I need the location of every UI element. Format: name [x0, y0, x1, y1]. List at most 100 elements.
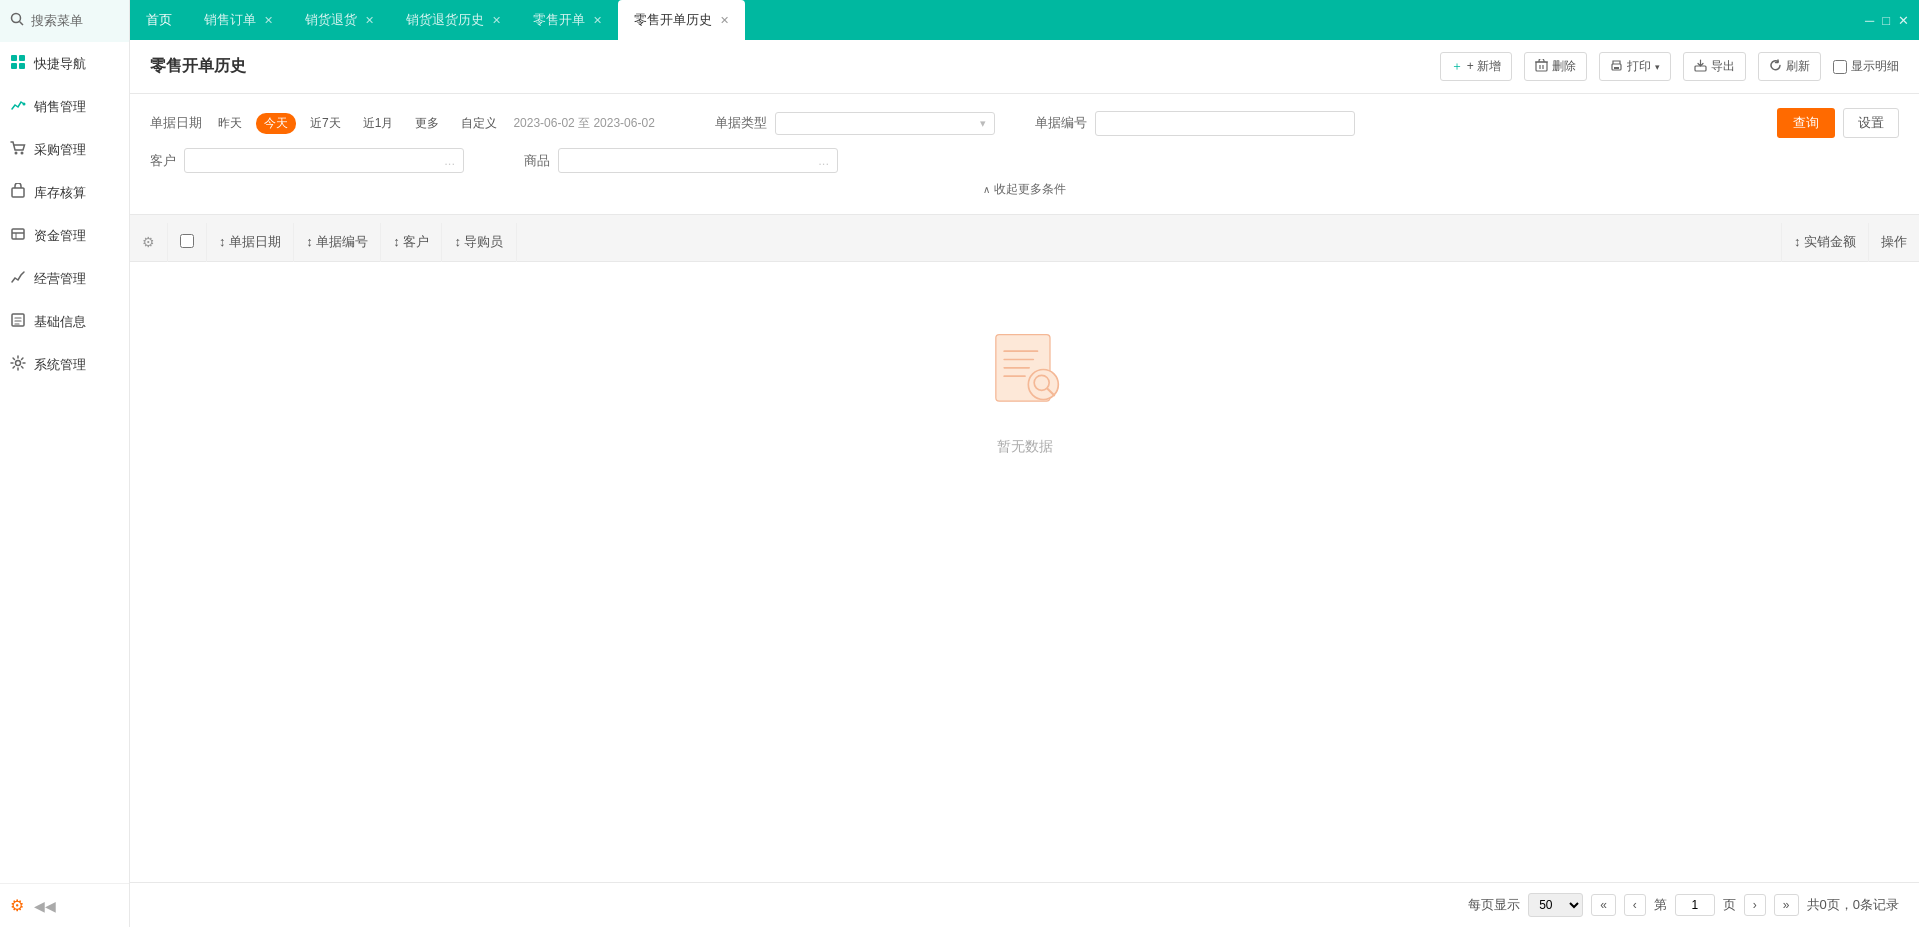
tab-retail-open-history[interactable]: 零售开单历史 ✕	[618, 0, 745, 40]
collapse-button[interactable]: ∧ 收起更多条件	[150, 177, 1899, 206]
th-actual-amount-label: ↕ 实销金额	[1794, 234, 1856, 249]
th-doc-no-label: ↕ 单据编号	[306, 234, 368, 249]
show-detail-input[interactable]	[1833, 60, 1847, 74]
date-opt-more[interactable]: 更多	[407, 113, 447, 134]
date-opt-last1month[interactable]: 近1月	[355, 113, 402, 134]
query-button[interactable]: 查询	[1777, 108, 1835, 138]
customer-dots: ...	[444, 153, 455, 168]
tabs-bar-right: ─ □ ✕	[1865, 13, 1919, 28]
svg-rect-4	[11, 63, 17, 69]
customer-select[interactable]: ...	[184, 148, 464, 173]
tab-close-icon[interactable]: ✕	[720, 14, 729, 27]
sidebar-item-inventory[interactable]: 库存核算	[0, 171, 129, 214]
date-opt-custom[interactable]: 自定义	[453, 113, 505, 134]
date-opt-today[interactable]: 今天	[256, 113, 296, 134]
empty-illustration	[975, 322, 1075, 422]
window-close-btn[interactable]: ✕	[1898, 13, 1909, 28]
product-select[interactable]: ...	[558, 148, 838, 173]
current-page-input[interactable]	[1675, 894, 1715, 916]
window-minimize-btn[interactable]: ─	[1865, 13, 1874, 28]
th-doc-date-label: ↕ 单据日期	[219, 234, 281, 249]
search-icon	[10, 12, 25, 30]
page-header: 零售开单历史 ＋ + 新增 删除 打印 ▾	[130, 40, 1919, 94]
th-operation: 操作	[1869, 223, 1920, 262]
sidebar-search[interactable]: 搜索菜单	[0, 0, 129, 42]
refresh-label: 刷新	[1786, 58, 1810, 75]
empty-state: 暂无数据	[130, 262, 1919, 516]
filter-row-1: 单据日期 昨天 今天 近7天 近1月 更多 自定义 2023-06-02 至 2…	[150, 108, 1899, 138]
export-button[interactable]: 导出	[1683, 52, 1746, 81]
sidebar: 搜索菜单 快捷导航 销售管理 采购管理 库存核算 资金管理 经营	[0, 0, 130, 927]
sidebar-item-label: 库存核算	[34, 184, 86, 202]
collapse-icon: ∧	[983, 184, 990, 195]
first-page-button[interactable]: «	[1591, 894, 1616, 916]
filter-row-2: 客户 ... 商品 ...	[150, 148, 1899, 173]
doc-type-select[interactable]: ▾	[775, 112, 995, 135]
tab-close-icon[interactable]: ✕	[593, 14, 602, 27]
th-salesperson[interactable]: ↕ 导购员	[442, 223, 516, 262]
last-page-button[interactable]: »	[1774, 894, 1799, 916]
th-customer[interactable]: ↕ 客户	[381, 223, 442, 262]
sidebar-item-operations[interactable]: 经营管理	[0, 257, 129, 300]
tab-close-icon[interactable]: ✕	[264, 14, 273, 27]
tab-close-icon[interactable]: ✕	[492, 14, 501, 27]
th-checkbox[interactable]	[168, 223, 207, 262]
sidebar-item-basic-info[interactable]: 基础信息	[0, 300, 129, 343]
tab-sales-return-history[interactable]: 销货退货历史 ✕	[390, 0, 517, 40]
gear-icon: ⚙	[142, 234, 155, 250]
finance-icon	[10, 226, 26, 245]
sidebar-collapse-icon[interactable]: ◀◀	[34, 898, 56, 914]
tab-close-icon[interactable]: ✕	[365, 14, 374, 27]
pagination: 每页显示 50 20 100 « ‹ 第 页 › » 共0页，0条记录	[130, 882, 1919, 927]
th-doc-no[interactable]: ↕ 单据编号	[294, 223, 381, 262]
export-icon	[1694, 59, 1707, 75]
tab-retail-open[interactable]: 零售开单 ✕	[517, 0, 618, 40]
doc-type-label: 单据类型	[715, 114, 767, 132]
sidebar-item-sales-mgmt[interactable]: 销售管理	[0, 85, 129, 128]
page-label: 第	[1654, 896, 1667, 914]
per-page-select[interactable]: 50 20 100	[1528, 893, 1583, 917]
add-label: + 新增	[1467, 58, 1501, 75]
tab-sales-return[interactable]: 销货退货 ✕	[289, 0, 390, 40]
sidebar-item-label: 系统管理	[34, 356, 86, 374]
svg-rect-2	[11, 55, 17, 61]
sales-mgmt-icon	[10, 97, 26, 116]
query-actions: 查询 设置	[1777, 108, 1899, 138]
show-detail-checkbox[interactable]: 显示明细	[1833, 58, 1899, 75]
tab-retail-open-history-label: 零售开单历史	[634, 11, 712, 29]
tab-sales-return-label: 销货退货	[305, 11, 357, 29]
date-opt-last7[interactable]: 近7天	[302, 113, 349, 134]
tab-home[interactable]: 首页	[130, 0, 188, 40]
date-opt-yesterday[interactable]: 昨天	[210, 113, 250, 134]
th-doc-date[interactable]: ↕ 单据日期	[207, 223, 294, 262]
next-page-button[interactable]: ›	[1744, 894, 1766, 916]
refresh-button[interactable]: 刷新	[1758, 52, 1821, 81]
th-gear[interactable]: ⚙	[130, 223, 168, 262]
window-maximize-btn[interactable]: □	[1882, 13, 1890, 28]
svg-point-12	[16, 361, 21, 366]
basic-info-icon	[10, 312, 26, 331]
tab-sales-order[interactable]: 销售订单 ✕	[188, 0, 289, 40]
add-button[interactable]: ＋ + 新增	[1440, 52, 1512, 81]
settings-bottom-icon[interactable]: ⚙	[10, 896, 24, 915]
export-label: 导出	[1711, 58, 1735, 75]
show-detail-label-text: 显示明细	[1851, 58, 1899, 75]
sidebar-item-quick-nav[interactable]: 快捷导航	[0, 42, 129, 85]
sidebar-item-sys-mgmt[interactable]: 系统管理	[0, 343, 129, 386]
th-actual-amount[interactable]: ↕ 实销金额	[1781, 223, 1868, 262]
sidebar-item-label: 基础信息	[34, 313, 86, 331]
delete-button[interactable]: 删除	[1524, 52, 1587, 81]
page-actions: ＋ + 新增 删除 打印 ▾	[1440, 52, 1899, 81]
sidebar-item-finance[interactable]: 资金管理	[0, 214, 129, 257]
sidebar-bottom: ⚙ ◀◀	[0, 883, 129, 927]
sidebar-item-purchase-mgmt[interactable]: 采购管理	[0, 128, 129, 171]
doc-no-input[interactable]	[1095, 111, 1355, 136]
filter-settings-button[interactable]: 设置	[1843, 108, 1899, 138]
prev-page-button[interactable]: ‹	[1624, 894, 1646, 916]
select-all-checkbox[interactable]	[180, 234, 194, 248]
print-button[interactable]: 打印 ▾	[1599, 52, 1671, 81]
svg-rect-5	[19, 63, 25, 69]
quick-nav-icon	[10, 54, 26, 73]
delete-label: 删除	[1552, 58, 1576, 75]
page-title: 零售开单历史	[150, 56, 246, 77]
